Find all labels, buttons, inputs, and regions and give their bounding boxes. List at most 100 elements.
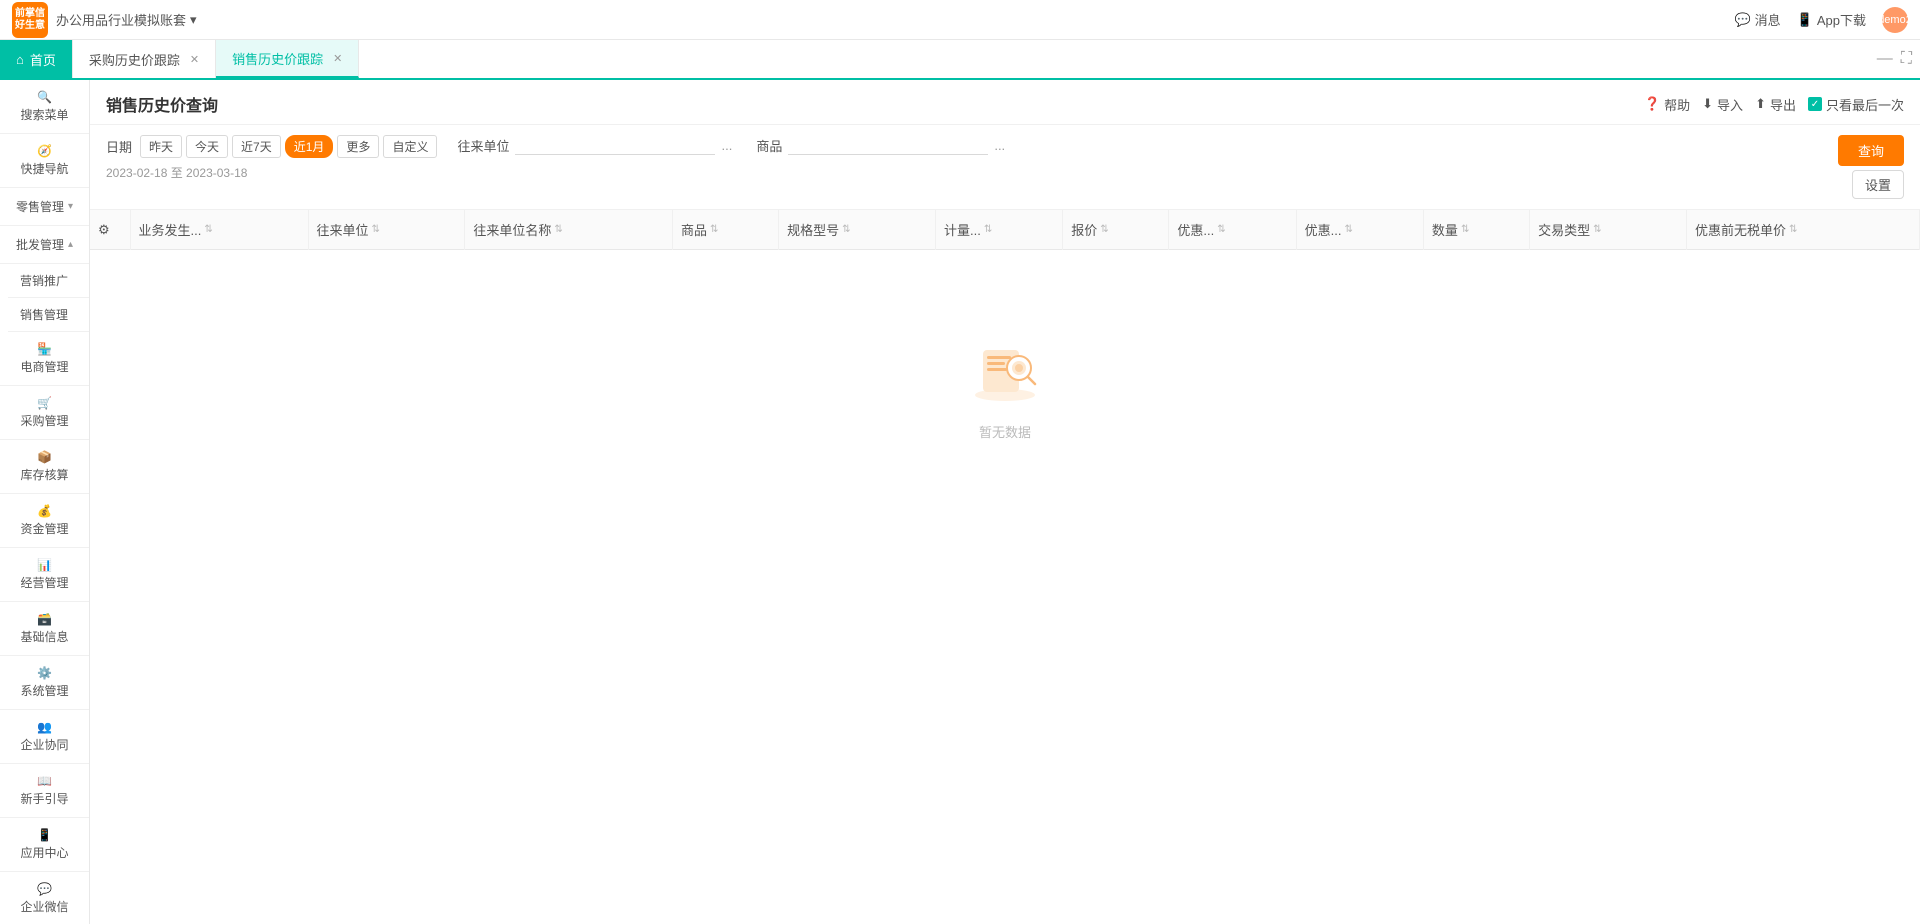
message-icon: 💬: [1734, 12, 1750, 28]
date-btn-custom[interactable]: 自定义: [383, 135, 437, 158]
app-title-dropdown[interactable]: 办公用品行业模拟账套 ▾: [56, 10, 197, 29]
th-settings: ⚙: [90, 210, 130, 250]
sidebar-item-sales-mgmt[interactable]: 销售管理: [8, 298, 89, 332]
sidebar-item-app-center[interactable]: 📱 应用中心: [0, 818, 89, 872]
sidebar: 🔍 搜索菜单 🧭 快捷导航 零售管理 ▾ 批发管理 ▴ 营销推广 销售管理 🏪 …: [0, 80, 90, 924]
sort-icon-discount1[interactable]: ⇅: [1217, 224, 1225, 235]
download-icon: 📱: [1797, 12, 1813, 28]
sort-icon-unit-code[interactable]: ⇅: [372, 224, 380, 235]
page-header-actions: ❓ 帮助 ⬇ 导入 ⬆ 导出 ✓ 只看最后一次: [1644, 95, 1904, 114]
sidebar-item-inventory[interactable]: 📦 库存核算: [0, 440, 89, 494]
filter-date-section: 日期 昨天 今天 近7天 近1月 更多 自定义 2023-02-18 至 202…: [106, 135, 437, 181]
apps-icon: 📱: [37, 828, 52, 842]
sidebar-item-wholesale-mgmt[interactable]: 批发管理 ▴: [0, 226, 89, 264]
tab-purchase-history[interactable]: 采购历史价跟踪 ✕: [73, 40, 216, 78]
user-profile[interactable]: demo2: [1882, 7, 1908, 33]
date-btn-last7[interactable]: 近7天: [232, 135, 281, 158]
content-area: 销售历史价查询 ❓ 帮助 ⬇ 导入 ⬆ 导出 ✓: [90, 80, 1920, 924]
sidebar-sub-wholesale: 营销推广 销售管理: [0, 264, 89, 332]
sort-icon-unit-name[interactable]: ⇅: [554, 224, 562, 235]
page-header: 销售历史价查询 ❓ 帮助 ⬇ 导入 ⬆ 导出 ✓: [90, 80, 1920, 125]
filter-actions: 查询 设置: [1838, 135, 1904, 199]
page-container: 销售历史价查询 ❓ 帮助 ⬇ 导入 ⬆ 导出 ✓: [90, 80, 1920, 924]
query-btn[interactable]: 查询: [1838, 135, 1904, 166]
date-btn-more[interactable]: 更多: [337, 135, 379, 158]
import-btn[interactable]: ⬇ 导入: [1702, 95, 1743, 114]
sidebar-item-quick-nav[interactable]: 🧭 快捷导航: [0, 134, 89, 188]
tabbar: ⌂ 首页 采购历史价跟踪 ✕ 销售历史价跟踪 ✕ — ⛶: [0, 40, 1920, 80]
help-icon: ❓: [1644, 96, 1660, 112]
tab-purchase-history-close[interactable]: ✕: [190, 53, 199, 66]
sidebar-item-system-mgmt[interactable]: ⚙️ 系统管理: [0, 656, 89, 710]
sidebar-item-purchase-mgmt[interactable]: 🛒 采购管理: [0, 386, 89, 440]
product-input[interactable]: [788, 135, 988, 155]
sidebar-item-enterprise-wechat[interactable]: 💬 企业微信: [0, 872, 89, 924]
th-spec: 规格型号 ⇅: [779, 210, 936, 250]
date-btn-yesterday[interactable]: 昨天: [140, 135, 182, 158]
sort-icon-quantity[interactable]: ⇅: [1461, 224, 1469, 235]
sort-icon-price[interactable]: ⇅: [1100, 224, 1108, 235]
chevron-up-icon: ▴: [68, 239, 73, 250]
tab-sales-history[interactable]: 销售历史价跟踪 ✕: [216, 40, 359, 78]
app-title: 办公用品行业模拟账套: [56, 10, 186, 29]
th-discount2: 优惠... ⇅: [1296, 210, 1423, 250]
sidebar-item-enterprise[interactable]: 👥 企业协同: [0, 710, 89, 764]
sort-icon-product[interactable]: ⇅: [710, 224, 718, 235]
only-last-checkbox-label[interactable]: ✓ 只看最后一次: [1808, 95, 1904, 114]
sidebar-item-retail-mgmt[interactable]: 零售管理 ▾: [0, 188, 89, 226]
filter-bar: 日期 昨天 今天 近7天 近1月 更多 自定义 2023-02-18 至 202…: [90, 125, 1920, 210]
source-unit-dots[interactable]: ...: [721, 138, 732, 153]
export-icon: ⬆: [1755, 96, 1766, 112]
source-unit-label: 往来单位: [457, 136, 509, 155]
dropdown-icon: ▾: [190, 12, 197, 28]
sort-icon-biz-date[interactable]: ⇅: [204, 224, 212, 235]
main-layout: 🔍 搜索菜单 🧭 快捷导航 零售管理 ▾ 批发管理 ▴ 营销推广 销售管理 🏪 …: [0, 80, 1920, 924]
tab-maximize-btn[interactable]: ⛶: [1901, 50, 1912, 68]
th-biz-date: 业务发生... ⇅: [130, 210, 308, 250]
date-buttons: 昨天 今天 近7天 近1月 更多 自定义: [140, 135, 437, 158]
table-settings-icon[interactable]: ⚙: [98, 222, 110, 237]
logo: 前掌信好生意: [12, 2, 48, 38]
sort-icon-unit[interactable]: ⇅: [984, 224, 992, 235]
sort-icon-discount2[interactable]: ⇅: [1345, 224, 1353, 235]
help-btn[interactable]: ❓ 帮助: [1644, 95, 1690, 114]
box-icon: 📦: [37, 450, 52, 464]
sidebar-item-basic-info[interactable]: 🗃️ 基础信息: [0, 602, 89, 656]
tab-home[interactable]: ⌂ 首页: [0, 40, 73, 78]
sidebar-item-ecommerce[interactable]: 🏪 电商管理: [0, 332, 89, 386]
topbar: 前掌信好生意 办公用品行业模拟账套 ▾ 💬 消息 📱 App下载 demo2: [0, 0, 1920, 40]
date-btn-last1m[interactable]: 近1月: [285, 135, 334, 158]
empty-illustration: [965, 330, 1045, 410]
tab-minimize-btn[interactable]: —: [1877, 50, 1893, 68]
export-btn[interactable]: ⬆ 导出: [1755, 95, 1796, 114]
cart-icon: 🛒: [37, 396, 52, 410]
sort-icon-trade-type[interactable]: ⇅: [1593, 224, 1601, 235]
product-dots[interactable]: ...: [994, 138, 1005, 153]
search-icon: 🔍: [37, 90, 52, 104]
wallet-icon: 💰: [37, 504, 52, 518]
app-download-btn[interactable]: 📱 App下载: [1797, 10, 1866, 29]
tab-sales-history-close[interactable]: ✕: [333, 52, 342, 65]
sort-icon-spec[interactable]: ⇅: [842, 224, 850, 235]
sidebar-item-search-menu[interactable]: 🔍 搜索菜单: [0, 80, 89, 134]
empty-text: 暂无数据: [979, 422, 1031, 441]
message-btn[interactable]: 💬 消息: [1734, 10, 1780, 29]
sidebar-item-operation[interactable]: 📊 经营管理: [0, 548, 89, 602]
th-pretax-price: 优惠前无税单价 ⇅: [1686, 210, 1919, 250]
empty-state: 暂无数据: [90, 250, 1920, 521]
sidebar-item-marketing[interactable]: 营销推广: [8, 264, 89, 298]
team-icon: 👥: [37, 720, 52, 734]
settings-btn[interactable]: 设置: [1852, 170, 1904, 199]
th-quantity: 数量 ⇅: [1423, 210, 1529, 250]
date-btn-today[interactable]: 今天: [186, 135, 228, 158]
th-product: 商品 ⇅: [672, 210, 778, 250]
product-field: 商品 ...: [756, 135, 1005, 155]
only-last-checkbox[interactable]: ✓: [1808, 97, 1822, 111]
sidebar-item-guide[interactable]: 📖 新手引导: [0, 764, 89, 818]
th-unit-name: 往来单位名称 ⇅: [465, 210, 673, 250]
sort-icon-pretax-price[interactable]: ⇅: [1789, 224, 1797, 235]
sidebar-item-finance[interactable]: 💰 资金管理: [0, 494, 89, 548]
date-range: 2023-02-18 至 2023-03-18: [106, 164, 437, 181]
source-unit-input[interactable]: [515, 135, 715, 155]
th-unit: 计量... ⇅: [935, 210, 1062, 250]
